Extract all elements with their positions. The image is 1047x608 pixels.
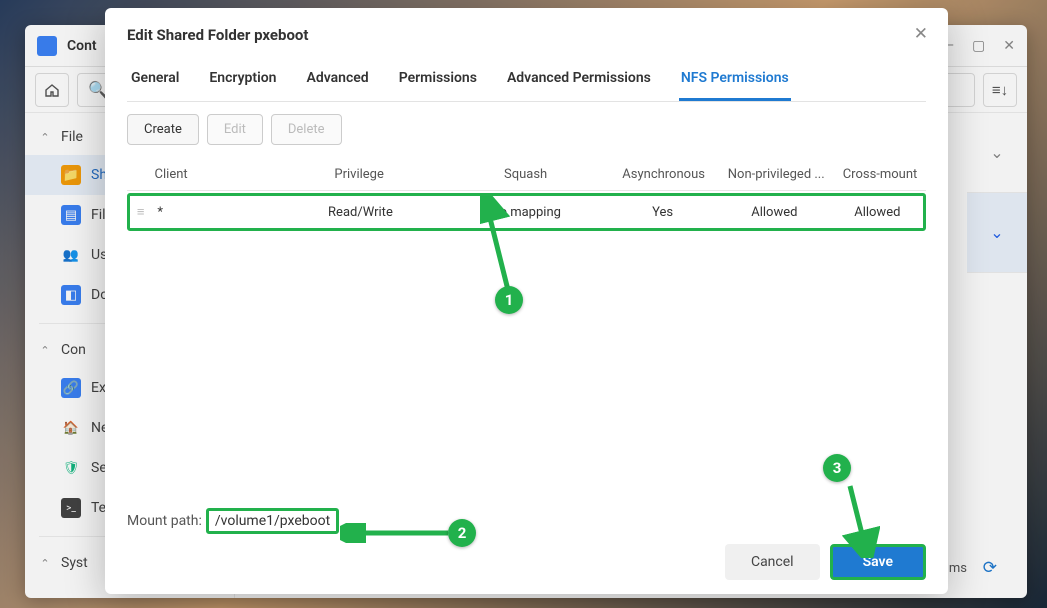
modal-title: Edit Shared Folder pxeboot	[127, 26, 926, 44]
modal-footer: Cancel Save	[725, 544, 926, 580]
col-cross: Cross-mount	[834, 167, 926, 182]
col-privilege: Privilege	[276, 167, 442, 182]
tab-permissions[interactable]: Permissions	[397, 60, 479, 101]
tab-advanced-permissions[interactable]: Advanced Permissions	[505, 60, 653, 101]
cancel-button[interactable]: Cancel	[725, 544, 820, 580]
tab-general[interactable]: General	[129, 60, 181, 101]
mount-value: /volume1/pxeboot	[206, 508, 339, 534]
col-async: Asynchronous	[609, 167, 719, 182]
cell-nonpriv: Allowed	[717, 205, 832, 220]
col-client: Client	[149, 167, 276, 182]
tab-advanced[interactable]: Advanced	[304, 60, 370, 101]
nfs-toolbar: Create Edit Delete	[105, 102, 948, 155]
cell-privilege: Read/Write	[278, 205, 443, 220]
cell-cross: Allowed	[832, 205, 923, 220]
annotation-badge-1: 1	[495, 286, 523, 314]
col-nonpriv: Non-privileged ...	[718, 167, 834, 182]
cell-squash: No mapping	[443, 205, 608, 220]
drag-handle-icon[interactable]: ≡	[130, 204, 151, 220]
annotation-badge-2: 2	[448, 519, 476, 547]
cell-async: Yes	[608, 205, 717, 220]
table-row[interactable]: ≡ * Read/Write No mapping Yes Allowed Al…	[127, 193, 926, 231]
cell-client: *	[151, 205, 277, 220]
tab-bar: General Encryption Advanced Permissions …	[127, 60, 926, 102]
mount-label: Mount path:	[127, 513, 202, 529]
table-header: Client Privilege Squash Asynchronous Non…	[127, 159, 926, 191]
annotation-badge-3: 3	[823, 454, 851, 482]
tab-encryption[interactable]: Encryption	[207, 60, 278, 101]
save-button[interactable]: Save	[830, 544, 926, 580]
tab-nfs-permissions[interactable]: NFS Permissions	[679, 60, 791, 101]
nfs-table: Client Privilege Squash Asynchronous Non…	[127, 159, 926, 231]
close-button[interactable]: ✕	[914, 24, 928, 44]
create-button[interactable]: Create	[127, 114, 199, 145]
col-squash: Squash	[442, 167, 608, 182]
mount-path: Mount path: /volume1/pxeboot	[127, 508, 339, 534]
delete-button[interactable]: Delete	[271, 114, 342, 145]
edit-folder-modal: Edit Shared Folder pxeboot ✕ General Enc…	[105, 8, 948, 594]
edit-button[interactable]: Edit	[207, 114, 263, 145]
